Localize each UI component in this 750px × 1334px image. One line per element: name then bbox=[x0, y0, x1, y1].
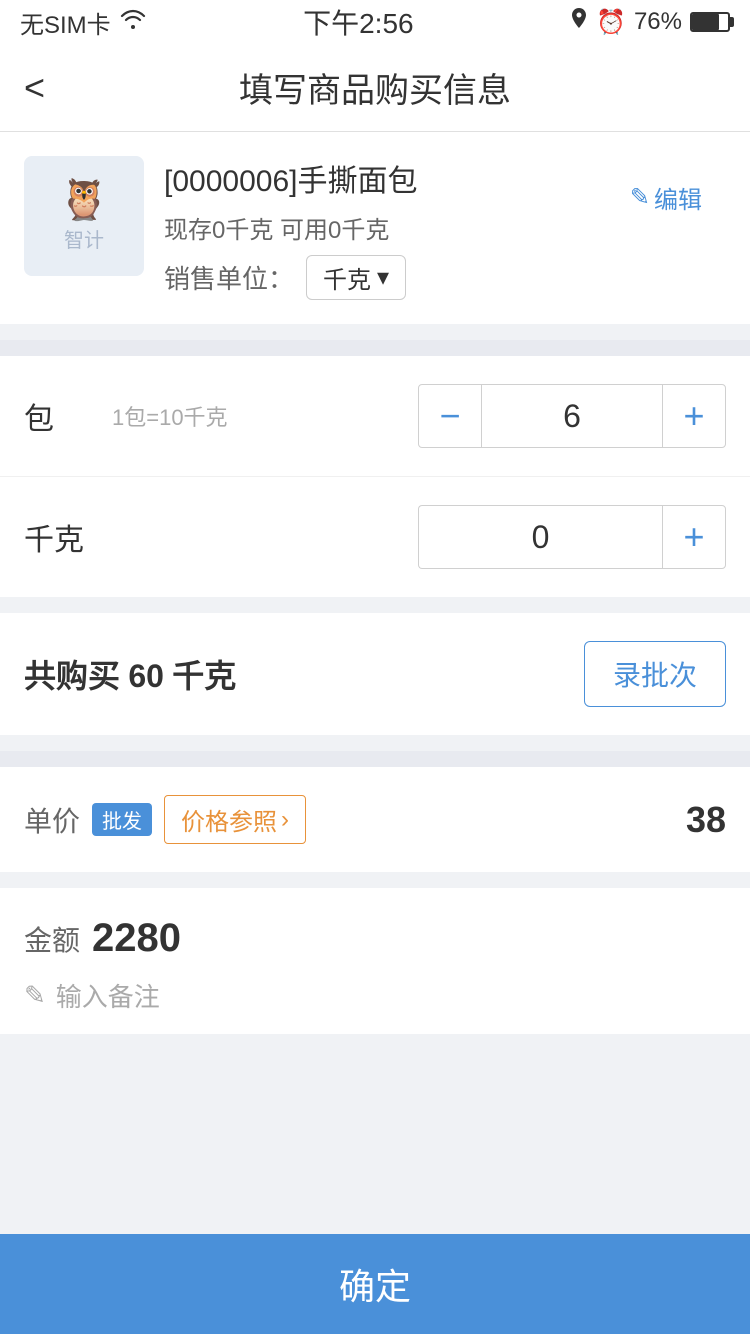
price-tag: 批发 bbox=[92, 803, 152, 836]
price-label: 单价 bbox=[24, 800, 80, 840]
edit-label: 编辑 bbox=[654, 180, 702, 215]
package-hint: 1包=10千克 bbox=[112, 400, 418, 432]
batch-button[interactable]: 录批次 bbox=[584, 641, 726, 707]
remark-row[interactable]: ✎ 输入备注 bbox=[24, 977, 726, 1014]
status-right: ⏰ 76% bbox=[570, 8, 730, 37]
package-plus-button[interactable]: + bbox=[662, 384, 726, 448]
edit-icon: ✎ bbox=[630, 183, 650, 212]
pencil-icon: ✎ bbox=[24, 980, 46, 1011]
confirm-bar[interactable]: 确定 bbox=[0, 1234, 750, 1334]
price-row: 单价 批发 价格参照 › 38 bbox=[24, 795, 726, 844]
location-icon bbox=[570, 8, 588, 37]
product-info: [0000006]手撕面包 现存0千克 可用0千克 销售单位： 千克 ▾ ✎ 编… bbox=[164, 156, 726, 300]
remark-label: 输入备注 bbox=[56, 977, 160, 1014]
page-title: 填写商品购买信息 bbox=[239, 63, 511, 112]
battery-icon bbox=[690, 12, 730, 32]
section-divider-2 bbox=[0, 751, 750, 767]
package-label: 包 bbox=[24, 394, 104, 438]
amount-value: 2280 bbox=[92, 916, 181, 961]
total-unit: 千克 bbox=[172, 658, 236, 694]
dropdown-icon: ▾ bbox=[377, 263, 389, 292]
section-divider-1 bbox=[0, 340, 750, 356]
price-ref-button[interactable]: 价格参照 › bbox=[164, 795, 306, 844]
product-logo-icon: 🦉 bbox=[59, 180, 109, 220]
product-image: 🦉 智计 bbox=[24, 156, 144, 276]
back-button[interactable]: < bbox=[24, 67, 45, 109]
amount-row: 金额 2280 bbox=[24, 916, 726, 961]
package-quantity-input[interactable] bbox=[482, 384, 662, 448]
carrier-text: 无SIM卡 bbox=[20, 5, 111, 40]
total-text: 共购买 60 千克 bbox=[24, 651, 236, 697]
total-prefix: 共购买 bbox=[24, 658, 120, 694]
product-logo-label: 智计 bbox=[64, 224, 104, 253]
price-section: 单价 批发 价格参照 › 38 bbox=[0, 767, 750, 872]
unit-label: 销售单位： bbox=[164, 259, 294, 296]
status-carrier: 无SIM卡 bbox=[20, 5, 147, 40]
quantity-section: 包 1包=10千克 − + 千克 + bbox=[0, 356, 750, 597]
package-quantity-control: − + bbox=[418, 384, 726, 448]
amount-label: 金额 bbox=[24, 919, 80, 959]
confirm-button-text: 确定 bbox=[339, 1258, 411, 1310]
wifi-icon bbox=[119, 8, 147, 36]
price-ref-label: 价格参照 bbox=[181, 802, 277, 837]
package-row: 包 1包=10千克 − + bbox=[0, 356, 750, 477]
kilogram-quantity-control: + bbox=[418, 505, 726, 569]
kilogram-plus-button[interactable]: + bbox=[662, 505, 726, 569]
package-minus-button[interactable]: − bbox=[418, 384, 482, 448]
stock-text: 现存0千克 bbox=[164, 217, 273, 244]
kilogram-label: 千克 bbox=[24, 515, 104, 559]
price-value: 38 bbox=[686, 799, 726, 841]
total-amount: 60 bbox=[128, 658, 164, 694]
alarm-icon: ⏰ bbox=[596, 8, 626, 37]
available-text: 可用0千克 bbox=[280, 217, 389, 244]
status-time: 下午2:56 bbox=[303, 2, 414, 42]
product-unit-row: 销售单位： 千克 ▾ bbox=[164, 255, 726, 300]
battery-percent: 76% bbox=[634, 8, 682, 36]
unit-value: 千克 bbox=[323, 260, 371, 295]
product-stock: 现存0千克 可用0千克 bbox=[164, 210, 726, 245]
kilogram-quantity-input[interactable] bbox=[418, 505, 662, 569]
product-card: 🦉 智计 [0000006]手撕面包 现存0千克 可用0千克 销售单位： 千克 … bbox=[0, 132, 750, 324]
edit-button[interactable]: ✎ 编辑 bbox=[630, 180, 702, 215]
total-row: 共购买 60 千克 录批次 bbox=[0, 613, 750, 735]
unit-select[interactable]: 千克 ▾ bbox=[306, 255, 406, 300]
nav-bar: < 填写商品购买信息 bbox=[0, 44, 750, 132]
kilogram-row: 千克 + bbox=[0, 477, 750, 597]
status-bar: 无SIM卡 下午2:56 ⏰ 76% bbox=[0, 0, 750, 44]
amount-section: 金额 2280 ✎ 输入备注 bbox=[0, 888, 750, 1034]
price-label-group: 单价 批发 价格参照 › bbox=[24, 795, 306, 844]
price-ref-arrow: › bbox=[281, 806, 289, 834]
